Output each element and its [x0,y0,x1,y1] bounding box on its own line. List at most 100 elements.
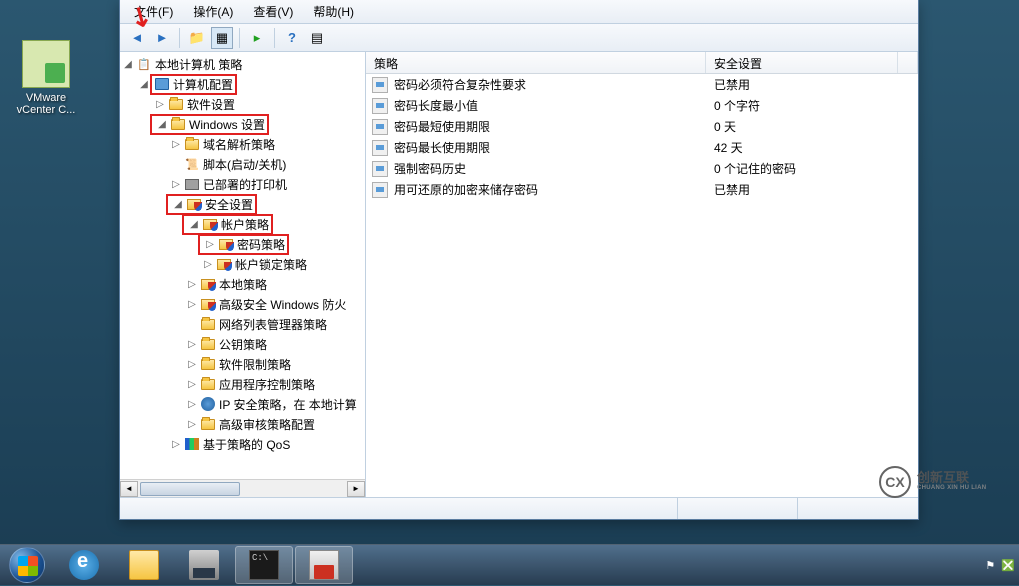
tree-scroll[interactable]: ◢ 📋 本地计算机 策略 ◢ 计算机配置 ▷ [120,52,365,479]
tray-flag-icon[interactable]: ⚑ [985,559,995,572]
expander-icon[interactable]: ◢ [154,119,170,130]
folder-icon [200,376,216,392]
toolbar: ◄ ► 📁 ▦ ▸ ? ▤ [120,24,918,52]
view-button[interactable]: ▤ [306,27,328,49]
menu-view[interactable]: 查看(V) [243,1,303,22]
tree-public-key[interactable]: ▷ 公钥策略 [120,334,365,354]
expander-icon[interactable]: ▷ [184,359,200,370]
menu-action[interactable]: 操作(A) [183,1,243,22]
list-row[interactable]: 密码长度最小值 0 个字符 [366,95,918,116]
col-header-policy[interactable]: 策略 [366,52,706,73]
tree-ip-security[interactable]: ▷ IP 安全策略，在 本地计算 [120,394,365,414]
tray-notification-icon[interactable]: ❎ [1001,559,1015,572]
tree-windows-settings[interactable]: ◢ Windows 设置 [120,114,365,134]
tree-password-policy[interactable]: ▷ 密码策略 [120,234,365,254]
scroll-left-button[interactable]: ◄ [120,481,138,497]
taskbar-item-explorer[interactable] [115,546,173,584]
tree-software-restriction[interactable]: ▷ 软件限制策略 [120,354,365,374]
expander-icon[interactable]: ◢ [170,199,186,210]
tree-label: Windows 设置 [189,116,265,133]
shield-folder-icon [216,256,232,272]
taskbar-item-ie[interactable] [55,546,113,584]
expander-icon[interactable]: ▷ [184,279,200,290]
tree-windows-firewall[interactable]: ▷ 高级安全 Windows 防火 [120,294,365,314]
desktop-icon-label: VMware vCenter C... [8,92,84,116]
expander-icon[interactable]: ▷ [184,399,200,410]
scroll-track[interactable] [138,481,347,497]
expander-icon[interactable]: ▷ [168,439,184,450]
export-button[interactable]: ▸ [246,27,268,49]
policy-name: 密码长度最小值 [394,97,478,114]
tree-root[interactable]: ◢ 📋 本地计算机 策略 [120,54,365,74]
tree-label: 软件设置 [187,96,235,113]
tree-deployed-printers[interactable]: ▷ 已部署的打印机 [120,174,365,194]
gpedit-window: ↘ 文件(F) 操作(A) 查看(V) 帮助(H) ◄ ► 📁 ▦ ▸ ? ▤ [119,0,919,520]
expander-icon[interactable]: ▷ [184,379,200,390]
desktop-icon-vmware[interactable]: VMware vCenter C... [8,40,84,116]
tree-label: 本地计算机 策略 [155,56,242,73]
show-tree-button[interactable]: ▦ [211,27,233,49]
list-row[interactable]: 用可还原的加密来储存密码 已禁用 [366,179,918,200]
tree-lockout-policy[interactable]: ▷ 帐户锁定策略 [120,254,365,274]
up-button[interactable]: 📁 [186,27,208,49]
list-row[interactable]: 强制密码历史 0 个记住的密码 [366,158,918,179]
computer-icon [154,76,170,92]
vmware-icon [22,40,70,88]
tree-audit-config[interactable]: ▷ 高级审核策略配置 [120,414,365,434]
nav-forward-button[interactable]: ► [151,27,173,49]
tree-label: 公钥策略 [219,336,267,353]
taskbar: ⚑ ❎ [0,544,1019,585]
policy-item-icon [372,161,388,177]
list-row[interactable]: 密码必须符合复杂性要求 已禁用 [366,74,918,95]
tree-software-settings[interactable]: ▷ 软件设置 [120,94,365,114]
tree-scripts[interactable]: ▷ 📜 脚本(启动/关机) [120,154,365,174]
start-button[interactable] [0,545,54,586]
system-tray[interactable]: ⚑ ❎ [985,559,1019,572]
tree-app-control[interactable]: ▷ 应用程序控制策略 [120,374,365,394]
taskbar-item-server[interactable] [175,546,233,584]
shield-folder-icon [186,196,202,212]
tree-network-list[interactable]: ▷ 网络列表管理器策略 [120,314,365,334]
col-header-spacer[interactable] [898,52,918,73]
expander-icon[interactable]: ▷ [184,299,200,310]
expander-icon[interactable]: ▷ [184,339,200,350]
scroll-right-button[interactable]: ► [347,481,365,497]
desktop: VMware vCenter C... ↘ 文件(F) 操作(A) 查看(V) … [0,0,1019,544]
expander-icon[interactable]: ▷ [184,419,200,430]
tree-dns-policy[interactable]: ▷ 域名解析策略 [120,134,365,154]
tree-local-policies[interactable]: ▷ 本地策略 [120,274,365,294]
content-area: ◢ 📋 本地计算机 策略 ◢ 计算机配置 ▷ [120,52,918,497]
menu-help[interactable]: 帮助(H) [303,1,364,22]
tree-security-settings[interactable]: ◢ 安全设置 [120,194,365,214]
tree-qos[interactable]: ▷ 基于策略的 QoS [120,434,365,454]
list-row[interactable]: 密码最长使用期限 42 天 [366,137,918,158]
tree-label: 计算机配置 [173,76,233,93]
expander-icon[interactable]: ▷ [200,259,216,270]
expander-icon[interactable]: ◢ [120,59,136,70]
shield-folder-icon [218,236,234,252]
tree-computer-config[interactable]: ◢ 计算机配置 [120,74,365,94]
folder-icon [184,136,200,152]
taskbar-item-cmd[interactable] [235,546,293,584]
tree-account-policies[interactable]: ◢ 帐户策略 [120,214,365,234]
tree-h-scrollbar[interactable]: ◄ ► [120,479,365,497]
folder-icon [170,116,186,132]
qos-icon [184,436,200,452]
watermark-brand: 创新互联 [917,470,969,485]
list-body: 密码必须符合复杂性要求 已禁用 密码长度最小值 0 个字符 密码最短使用期限 0… [366,74,918,497]
help-button[interactable]: ? [281,27,303,49]
taskbar-item-toolbox[interactable] [295,546,353,584]
expander-icon[interactable]: ▷ [202,239,218,250]
tree-label: 软件限制策略 [219,356,291,373]
watermark-sub: CHUANG XIN HU LIAN [917,485,986,492]
expander-icon[interactable]: ▷ [168,179,184,190]
tree-pane: ◢ 📋 本地计算机 策略 ◢ 计算机配置 ▷ [120,52,366,497]
expander-icon[interactable]: ◢ [186,219,202,230]
list-row[interactable]: 密码最短使用期限 0 天 [366,116,918,137]
scroll-thumb[interactable] [140,482,240,496]
expander-icon[interactable]: ▷ [152,99,168,110]
expander-icon[interactable]: ▷ [168,139,184,150]
printer-icon [184,176,200,192]
explorer-icon [129,550,159,580]
col-header-setting[interactable]: 安全设置 [706,52,898,73]
